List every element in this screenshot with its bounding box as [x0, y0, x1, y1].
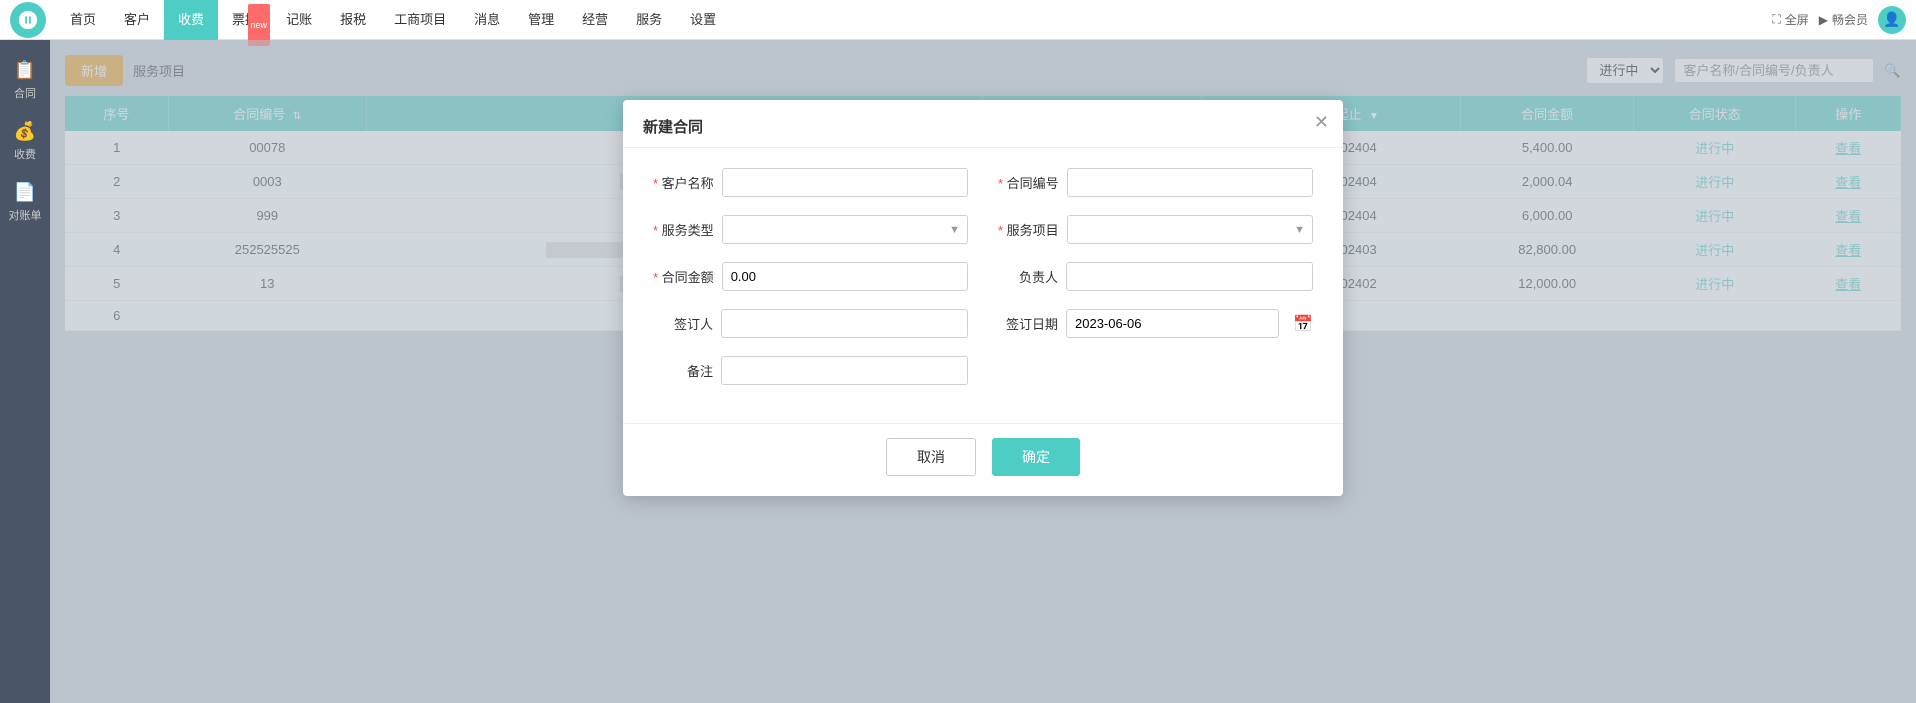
form-row-5: 备注: [653, 356, 1313, 385]
service-type-label: 服务类型: [653, 220, 714, 239]
nav-tax[interactable]: 报税: [326, 0, 380, 40]
responsible-group: 负责人: [998, 262, 1313, 291]
notes-group: 备注: [653, 356, 968, 385]
sign-date-input[interactable]: [1066, 309, 1279, 338]
nav-home[interactable]: 首页: [56, 0, 110, 40]
notes-input[interactable]: [721, 356, 968, 385]
responsible-label: 负责人: [998, 267, 1058, 286]
billing-icon: 💰: [14, 121, 36, 142]
nav-bookkeeping[interactable]: 记账: [272, 0, 326, 40]
nav-right: ⛶ 全屏 ▶ 畅会员 👤: [1772, 6, 1906, 34]
calendar-icon[interactable]: 📅: [1293, 314, 1313, 334]
confirm-button[interactable]: 确定: [992, 438, 1080, 476]
nav-message[interactable]: 消息: [460, 0, 514, 40]
contract-amount-input[interactable]: [722, 262, 968, 291]
nav-settings[interactable]: 设置: [676, 0, 730, 40]
nav-business[interactable]: 工商项目: [380, 0, 460, 40]
logo: [10, 2, 46, 38]
signatory-group: 签订人: [653, 309, 968, 338]
contract-no-group: 合同编号: [998, 168, 1313, 197]
nav-service[interactable]: 服务: [622, 0, 676, 40]
service-type-group: 服务类型 ▼: [653, 215, 968, 244]
modal-close-button[interactable]: ✕: [1314, 112, 1329, 133]
contract-no-label: 合同编号: [998, 173, 1059, 192]
cancel-button[interactable]: 取消: [886, 438, 976, 476]
sidebar-item-contract[interactable]: 📋 合同: [0, 50, 50, 111]
form-row-2: 服务类型 ▼ 服务项目 ▼: [653, 215, 1313, 244]
service-item-group: 服务项目 ▼: [998, 215, 1313, 244]
contract-no-input[interactable]: [1067, 168, 1313, 197]
nav-invoice[interactable]: 票据 new: [218, 0, 272, 40]
contract-amount-group: 合同金额: [653, 262, 968, 291]
signatory-input[interactable]: [721, 309, 968, 338]
modal-footer: 取消 确定: [623, 423, 1343, 496]
signatory-label: 签订人: [653, 314, 713, 333]
avatar[interactable]: 👤: [1878, 6, 1906, 34]
modal-title: 新建合同: [623, 100, 1343, 148]
nav-customer[interactable]: 客户: [110, 0, 164, 40]
nav-operations[interactable]: 经营: [568, 0, 622, 40]
service-item-select-wrap: ▼: [1067, 215, 1313, 244]
sign-date-label: 签订日期: [998, 314, 1058, 333]
form-row-1: 客户名称 合同编号: [653, 168, 1313, 197]
service-type-select-wrap: ▼: [722, 215, 968, 244]
responsible-input[interactable]: [1066, 262, 1313, 291]
form-row-3: 合同金额 负责人: [653, 262, 1313, 291]
modal-overlay: 新建合同 ✕ 客户名称 合同编号 服务类型: [50, 40, 1916, 703]
customer-name-input[interactable]: [722, 168, 968, 197]
customer-name-group: 客户名称: [653, 168, 968, 197]
fullscreen-btn[interactable]: ⛶ 全屏: [1772, 11, 1808, 28]
service-type-select[interactable]: [722, 215, 968, 244]
nav-items: 首页 客户 收费 票据 new 记账 报税 工商项目 消息 管理 经营 服务 设…: [56, 0, 1772, 40]
top-nav: 首页 客户 收费 票据 new 记账 报税 工商项目 消息 管理 经营 服务 设…: [0, 0, 1916, 40]
nav-billing[interactable]: 收费: [164, 0, 218, 40]
form-row-4: 签订人 签订日期 📅: [653, 309, 1313, 338]
sidebar-item-statement[interactable]: 📄 对账单: [0, 172, 50, 233]
nav-manage[interactable]: 管理: [514, 0, 568, 40]
sidebar-item-billing[interactable]: 💰 收费: [0, 111, 50, 172]
statement-icon: 📄: [14, 182, 36, 203]
contract-amount-label: 合同金额: [653, 267, 714, 286]
sign-date-group: 签订日期 📅: [998, 309, 1313, 338]
contract-icon: 📋: [14, 60, 36, 81]
notes-label: 备注: [653, 361, 713, 380]
customer-name-label: 客户名称: [653, 173, 714, 192]
modal-body: 客户名称 合同编号 服务类型 ▼: [623, 148, 1343, 423]
new-contract-modal: 新建合同 ✕ 客户名称 合同编号 服务类型: [623, 100, 1343, 496]
service-item-select[interactable]: [1067, 215, 1313, 244]
vip-btn[interactable]: ▶ 畅会员: [1819, 11, 1868, 28]
service-item-label: 服务项目: [998, 220, 1059, 239]
sidebar: 📋 合同 💰 收费 📄 对账单: [0, 40, 50, 703]
